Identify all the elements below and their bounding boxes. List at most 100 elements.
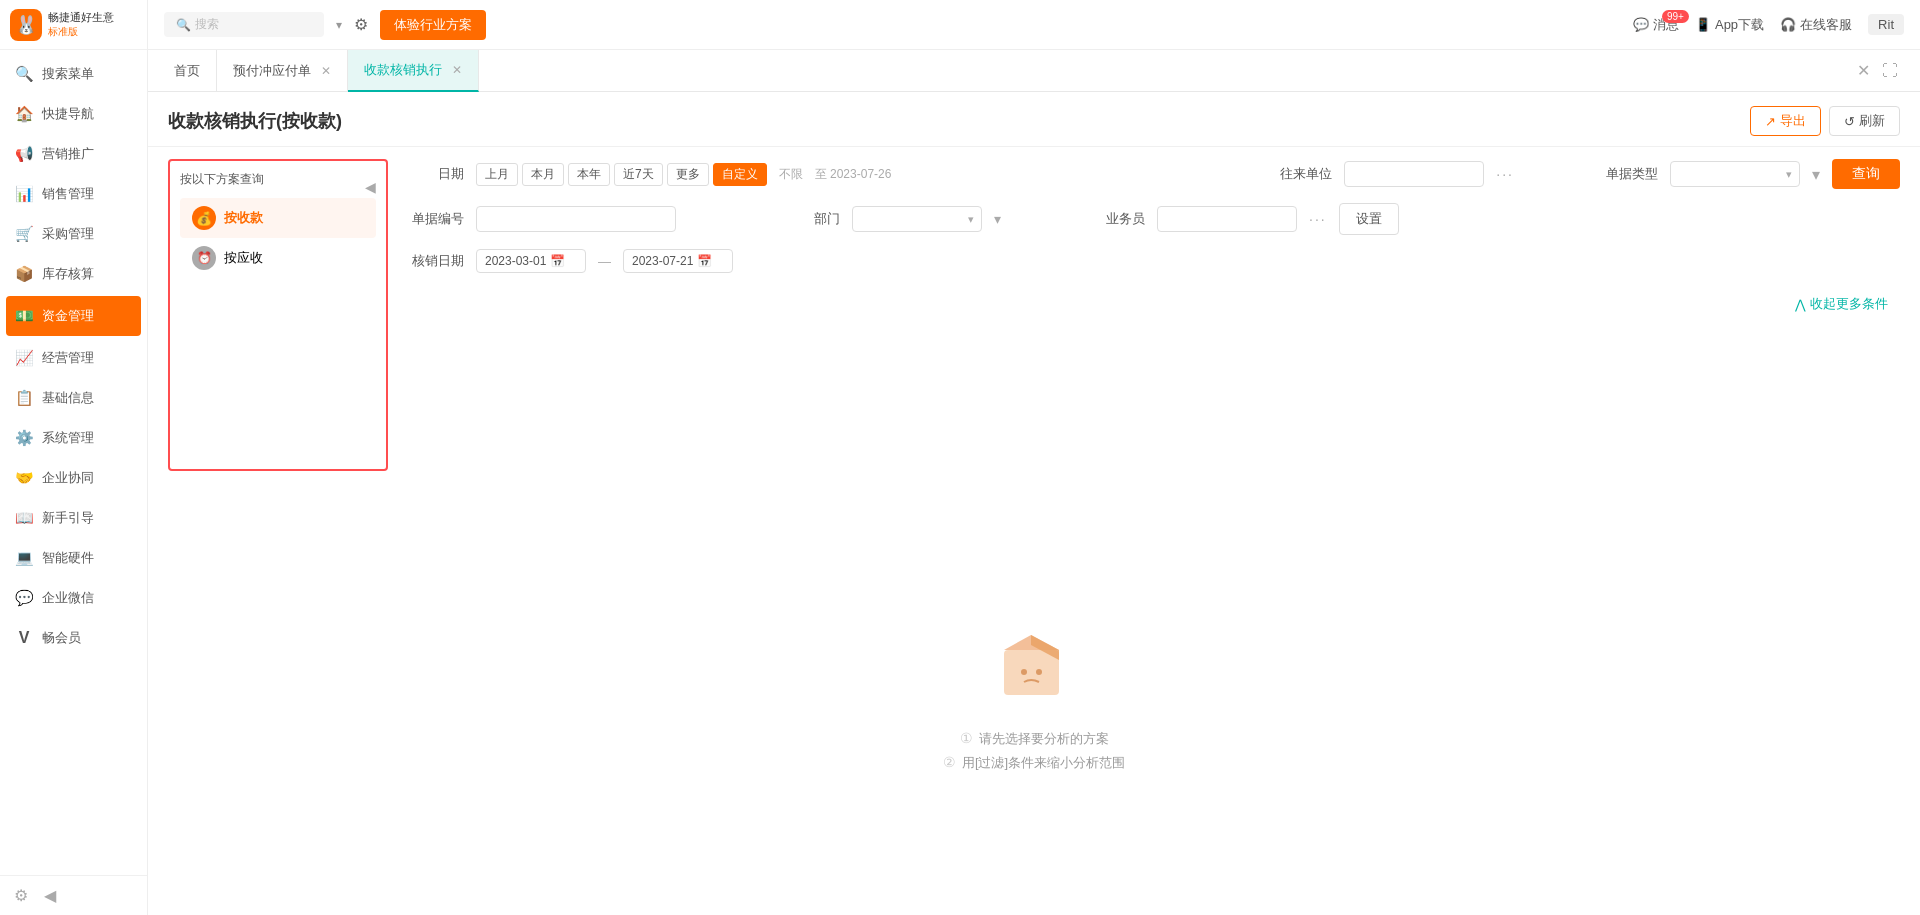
sidebar-item-system[interactable]: ⚙️ 系统管理: [0, 418, 147, 458]
empty-state: ① 请先选择要分析的方案 ② 用[过滤]条件来缩小分析范围: [148, 483, 1920, 915]
verify-date-start-input[interactable]: 2023-03-01 📅: [476, 249, 586, 273]
sidebar-item-collab[interactable]: 🤝 企业协同: [0, 458, 147, 498]
refresh-button[interactable]: ↺ 刷新: [1829, 106, 1900, 136]
collapse-panel-icon[interactable]: ◀: [365, 179, 376, 195]
empty-hint-1: ① 请先选择要分析的方案: [960, 730, 1109, 748]
close-tab-icon[interactable]: ✕: [1853, 57, 1874, 84]
more-conditions-row: ⋀ 收起更多条件: [404, 287, 1900, 325]
sidebar-label-system: 系统管理: [42, 429, 94, 447]
doc-type-dots-icon[interactable]: ▾: [1812, 165, 1820, 184]
header-search-box[interactable]: 🔍 搜索: [164, 12, 324, 37]
filter-left-panel: 按以下方案查询 ◀ 💰 按收款 ⏰ 按应收: [168, 159, 388, 471]
sidebar-label-inventory: 库存核算: [42, 265, 94, 283]
tab-actions: ✕ ⛶: [1853, 57, 1910, 84]
dept-select[interactable]: [852, 206, 982, 232]
verify-date-end-input[interactable]: 2023-07-21 📅: [623, 249, 733, 273]
counterpart-input[interactable]: [1344, 161, 1484, 187]
export-label: 导出: [1780, 112, 1806, 130]
filter-option-by-receivable[interactable]: ⏰ 按应收: [180, 238, 376, 278]
date-btn-7days[interactable]: 近7天: [614, 163, 663, 186]
refresh-label: 刷新: [1859, 112, 1885, 130]
main-area: 🔍 搜索 ▾ ⚙ 体验行业方案 💬 消息 99+ 📱 App下载 🎧 在线客服 …: [148, 0, 1920, 915]
collab-icon: 🤝: [14, 468, 34, 488]
collapse-more-icon: ⋀: [1795, 297, 1806, 312]
date-separator: —: [598, 254, 611, 269]
message-icon: 💬: [1633, 17, 1649, 32]
export-button[interactable]: ↗ 导出: [1750, 106, 1821, 136]
system-icon: ⚙️: [14, 428, 34, 448]
svg-point-4: [1036, 669, 1042, 675]
date-btn-this-year[interactable]: 本年: [568, 163, 610, 186]
staff-input[interactable]: [1157, 206, 1297, 232]
search-menu-icon: 🔍: [14, 64, 34, 84]
date-btn-this-month[interactable]: 本月: [522, 163, 564, 186]
tab-prepay-close-icon[interactable]: ✕: [321, 64, 331, 78]
doc-no-input[interactable]: [476, 206, 676, 232]
svg-rect-0: [1004, 650, 1059, 695]
filter-option-by-receipt[interactable]: 💰 按收款: [180, 198, 376, 238]
sales-icon: 📊: [14, 184, 34, 204]
sidebar-item-marketing[interactable]: 📢 营销推广: [0, 134, 147, 174]
sidebar-item-search[interactable]: 🔍 搜索菜单: [0, 54, 147, 94]
receipt-option-icon: 💰: [192, 206, 216, 230]
page-title-bar: 收款核销执行(按收款) ↗ 导出 ↺ 刷新: [148, 92, 1920, 147]
wechat-icon: 💬: [14, 588, 34, 608]
online-service-button[interactable]: 🎧 在线客服: [1780, 16, 1852, 34]
app-download-button[interactable]: 📱 App下载: [1695, 16, 1764, 34]
filter-right-form: 日期 上月 本月 本年 近7天 更多 自定义 不限 至 2023-07-26: [404, 159, 1900, 471]
query-button[interactable]: 查询: [1832, 159, 1900, 189]
expand-tab-icon[interactable]: ⛶: [1878, 58, 1902, 84]
sidebar-item-basic-info[interactable]: 📋 基础信息: [0, 378, 147, 418]
sidebar-label-vip: 畅会员: [42, 629, 81, 647]
tab-receipt-close-icon[interactable]: ✕: [452, 63, 462, 77]
dept-select-wrapper: [852, 206, 982, 232]
setting-button[interactable]: 设置: [1339, 203, 1399, 235]
page-actions: ↗ 导出 ↺ 刷新: [1750, 106, 1900, 136]
settings-bottom-icon[interactable]: ⚙: [14, 886, 28, 905]
sidebar-item-vip[interactable]: V 畅会员: [0, 618, 147, 658]
sidebar-bottom: ⚙ ◀︎: [0, 875, 147, 915]
staff-dots-icon[interactable]: ···: [1309, 211, 1327, 227]
guide-icon: 📖: [14, 508, 34, 528]
solution-button[interactable]: 体验行业方案: [380, 10, 486, 40]
tab-home[interactable]: 首页: [158, 50, 217, 92]
filter-row-3: 核销日期 2023-03-01 📅 — 2023-07-21 📅: [404, 249, 1900, 273]
sidebar-item-hardware[interactable]: 💻 智能硬件: [0, 538, 147, 578]
empty-hint-2: ② 用[过滤]条件来缩小分析范围: [943, 754, 1125, 772]
service-label: 在线客服: [1800, 16, 1852, 34]
calendar-end-icon: 📅: [697, 254, 712, 268]
sidebar-item-purchase[interactable]: 🛒 采购管理: [0, 214, 147, 254]
verify-date-label: 核销日期: [404, 252, 464, 270]
hint-2-text: 用[过滤]条件来缩小分析范围: [962, 754, 1125, 772]
phone-icon: 📱: [1695, 17, 1711, 32]
sidebar-item-wechat[interactable]: 💬 企业微信: [0, 578, 147, 618]
marketing-icon: 📢: [14, 144, 34, 164]
user-info[interactable]: Rit: [1868, 14, 1904, 35]
sidebar-item-funds[interactable]: 💵 资金管理: [6, 296, 141, 336]
tab-bar: 首页 预付冲应付单 ✕ 收款核销执行 ✕ ✕ ⛶: [148, 50, 1920, 92]
date-btn-custom[interactable]: 自定义: [713, 163, 767, 186]
sidebar-label-collab: 企业协同: [42, 469, 94, 487]
doc-type-select[interactable]: [1670, 161, 1800, 187]
dept-chevron-icon[interactable]: ▾: [994, 211, 1001, 227]
counterpart-dots-icon[interactable]: ···: [1496, 166, 1514, 182]
date-btn-last-month[interactable]: 上月: [476, 163, 518, 186]
top-header: 🔍 搜索 ▾ ⚙ 体验行业方案 💬 消息 99+ 📱 App下载 🎧 在线客服 …: [148, 0, 1920, 50]
basic-info-icon: 📋: [14, 388, 34, 408]
tab-prepay[interactable]: 预付冲应付单 ✕: [217, 50, 348, 92]
collapse-sidebar-icon[interactable]: ◀︎: [44, 886, 56, 905]
sidebar-item-operations[interactable]: 📈 经营管理: [0, 338, 147, 378]
sidebar-item-quicknav[interactable]: 🏠 快捷导航: [0, 94, 147, 134]
date-unlimited-text: 不限: [779, 166, 803, 183]
sidebar-item-sales[interactable]: 📊 销售管理: [0, 174, 147, 214]
settings-gear-icon[interactable]: ⚙: [354, 15, 368, 34]
message-button[interactable]: 💬 消息 99+: [1633, 16, 1679, 34]
service-icon: 🎧: [1780, 17, 1796, 32]
sidebar-item-guide[interactable]: 📖 新手引导: [0, 498, 147, 538]
tab-receipt[interactable]: 收款核销执行 ✕: [348, 50, 479, 92]
collapse-more-button[interactable]: ⋀ 收起更多条件: [1783, 291, 1900, 317]
sidebar-item-inventory[interactable]: 📦 库存核算: [0, 254, 147, 294]
counterpart-label: 往来单位: [1272, 165, 1332, 183]
search-placeholder-text: 搜索: [195, 16, 219, 33]
date-btn-more[interactable]: 更多: [667, 163, 709, 186]
